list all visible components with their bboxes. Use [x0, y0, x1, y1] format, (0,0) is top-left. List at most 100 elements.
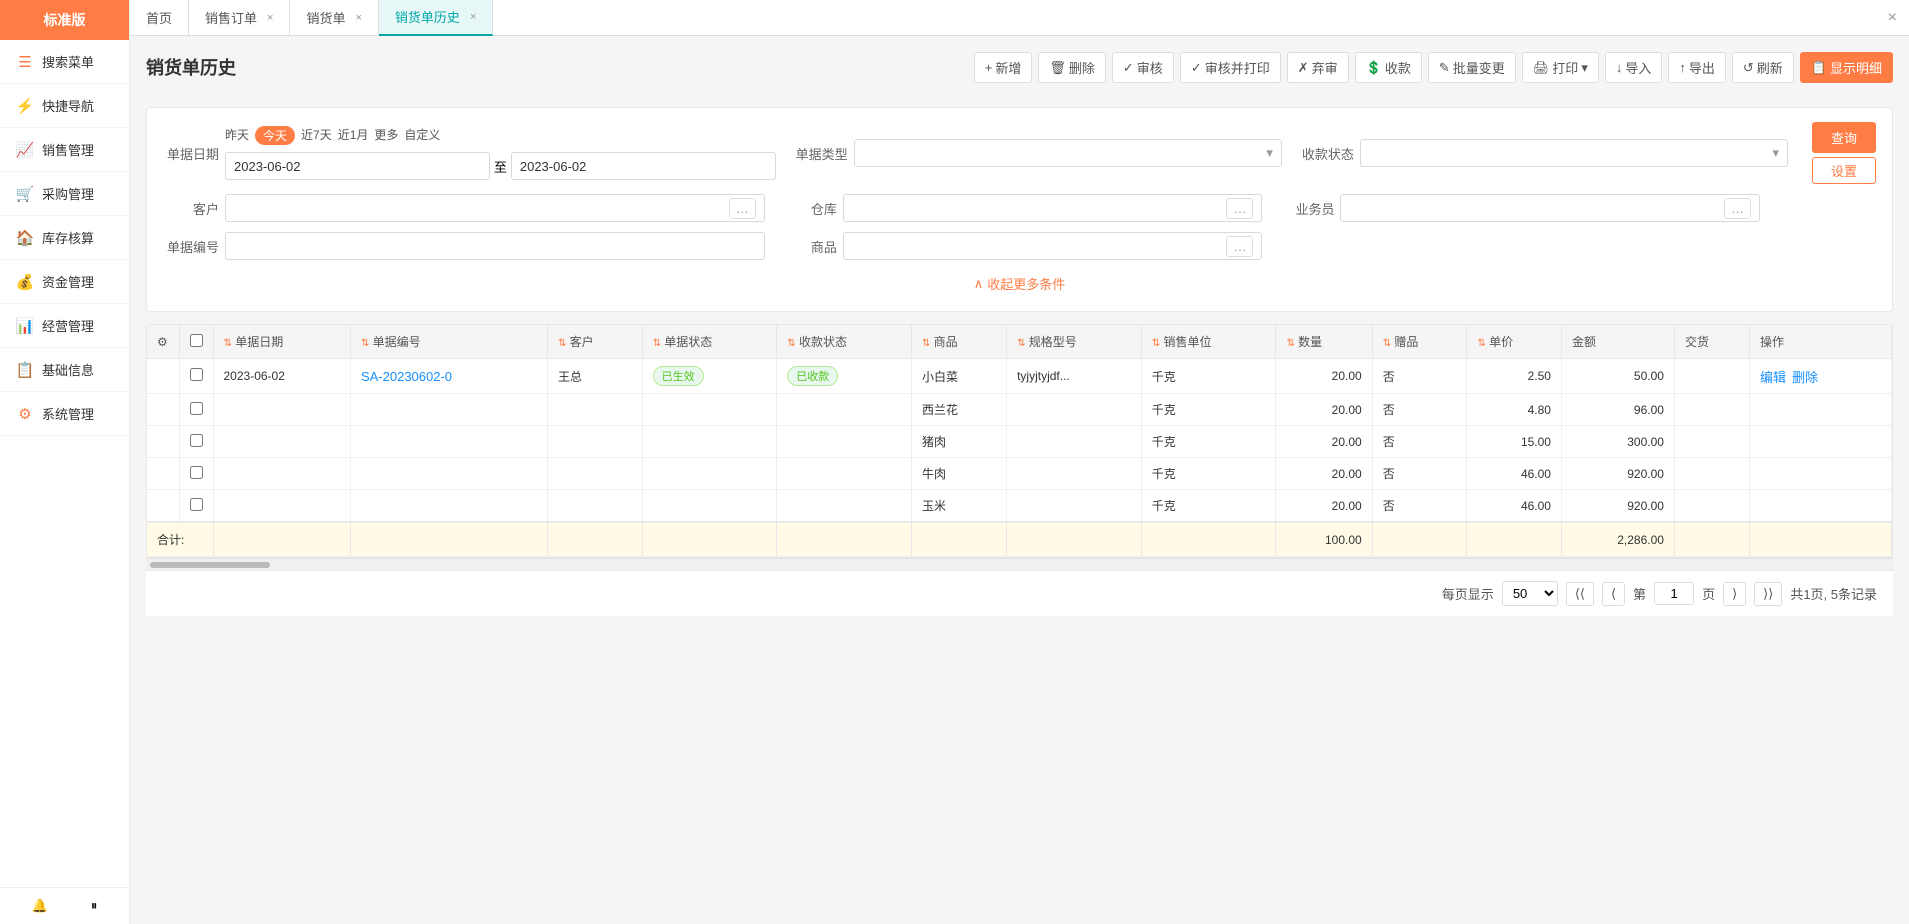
col-price[interactable]: ⇅ 单价 [1467, 325, 1562, 359]
pagination: 每页显示 50 20 100 200 ⟨⟨ ⟨ 第 页 ⟩ ⟩⟩ 共1页, 5条… [146, 570, 1893, 616]
col-doc-status[interactable]: ⇅ 单据状态 [642, 325, 777, 359]
date-from-input[interactable] [225, 152, 490, 180]
tab-sales-history-close[interactable]: × [470, 11, 476, 23]
row-checkbox[interactable] [179, 394, 213, 426]
col-checkbox[interactable] [179, 325, 213, 359]
sidebar-item-system-mgmt[interactable]: ⚙ 系统管理 [0, 392, 129, 436]
action-link[interactable]: 编辑 [1760, 370, 1786, 385]
shortcut-1month[interactable]: 近1月 [338, 126, 369, 145]
tab-sales-goods[interactable]: 销货单 × [290, 0, 378, 36]
sort-icon: ⇅ [1152, 338, 1160, 349]
refresh-button[interactable]: ↺ 刷新 [1732, 52, 1794, 83]
sidebar-bottom-icon2[interactable]: ⏸ [91, 898, 98, 914]
audit-icon: ✓ [1123, 60, 1134, 76]
sidebar-item-search-menu[interactable]: ☰ 搜索菜单 [0, 40, 129, 84]
col-amount[interactable]: 金额 [1561, 325, 1674, 359]
horizontal-scrollbar[interactable] [146, 558, 1893, 570]
col-unit[interactable]: ⇅ 销售单位 [1141, 325, 1276, 359]
per-page-select[interactable]: 50 20 100 200 [1502, 581, 1558, 606]
settings-button[interactable]: 设置 [1812, 157, 1876, 184]
col-payment-status[interactable]: ⇅ 收款状态 [777, 325, 912, 359]
row-checkbox[interactable] [179, 490, 213, 523]
row-select-checkbox[interactable] [190, 402, 203, 415]
footer-empty6 [911, 522, 1006, 557]
row-checkbox[interactable] [179, 458, 213, 490]
collect-button[interactable]: 💲 收款 [1355, 52, 1422, 83]
col-doc-no[interactable]: ⇅ 单据编号 [350, 325, 547, 359]
sidebar-item-quick-nav[interactable]: ⚡ 快捷导航 [0, 84, 129, 128]
col-customer[interactable]: ⇅ 客户 [547, 325, 642, 359]
sidebar-item-finance[interactable]: 💰 资金管理 [0, 260, 129, 304]
tab-sales-goods-label: 销货单 [306, 8, 345, 27]
audit-button[interactable]: ✓ 审核 [1112, 52, 1174, 83]
col-goods[interactable]: ⇅ 商品 [911, 325, 1006, 359]
col-spec[interactable]: ⇅ 规格型号 [1007, 325, 1142, 359]
row-price: 15.00 [1467, 426, 1562, 458]
shortcut-today[interactable]: 今天 [255, 126, 295, 145]
tab-sales-goods-close[interactable]: × [355, 12, 361, 24]
show-detail-icon: 📋 [1811, 60, 1827, 76]
row-select-checkbox[interactable] [190, 466, 203, 479]
col-settings[interactable]: ⚙ [147, 325, 179, 359]
row-checkbox[interactable] [179, 426, 213, 458]
tab-sales-history[interactable]: 销货单历史 × [379, 0, 493, 36]
footer-empty12 [1750, 522, 1892, 557]
payment-status-dropdown-icon[interactable]: ▾ [1772, 145, 1779, 161]
delete-button[interactable]: 🗑 删除 [1038, 52, 1106, 83]
select-all-checkbox[interactable] [190, 334, 203, 347]
goods-ellipsis[interactable]: … [1226, 236, 1253, 257]
row-select-checkbox[interactable] [190, 498, 203, 511]
tab-sales-order[interactable]: 销售订单 × [189, 0, 290, 36]
date-to-input[interactable] [511, 152, 776, 180]
scroll-thumb[interactable] [150, 562, 270, 568]
abandon-button[interactable]: ✗ 弃审 [1287, 52, 1349, 83]
shortcut-more[interactable]: 更多 [374, 126, 398, 145]
audit-print-button[interactable]: ✓ 审核并打印 [1180, 52, 1281, 83]
sidebar-item-sales-mgmt[interactable]: 📈 销售管理 [0, 128, 129, 172]
sidebar-bottom-icon1[interactable]: 🔔 [32, 898, 48, 914]
shortcut-yesterday[interactable]: 昨天 [225, 126, 249, 145]
prev-page-button[interactable]: ⟨ [1602, 582, 1625, 606]
row-unit: 千克 [1141, 490, 1276, 523]
query-button[interactable]: 查询 [1812, 122, 1876, 153]
col-doc-date[interactable]: ⇅ 单据日期 [213, 325, 350, 359]
collapse-button[interactable]: ∧ 收起更多条件 [970, 270, 1070, 297]
col-trade[interactable]: 交货 [1674, 325, 1749, 359]
sidebar-item-purchase-mgmt[interactable]: 🛒 采购管理 [0, 172, 129, 216]
row-customer [547, 458, 642, 490]
toolbar: + 新增 🗑 删除 ✓ 审核 ✓ 审核并打印 ✗ 弃审 [974, 52, 1893, 83]
doc-type-dropdown-icon[interactable]: ▾ [1266, 145, 1273, 161]
filter-warehouse: 仓库 … [781, 194, 1263, 222]
salesperson-ellipsis[interactable]: … [1724, 198, 1751, 219]
page-number-input[interactable] [1654, 582, 1694, 605]
col-qty[interactable]: ⇅ 数量 [1276, 325, 1372, 359]
shortcut-7days[interactable]: 近7天 [301, 126, 332, 145]
tab-sales-order-close[interactable]: × [267, 12, 273, 24]
warehouse-ellipsis[interactable]: … [1226, 198, 1253, 219]
add-button[interactable]: + 新增 [974, 52, 1033, 83]
import-button[interactable]: ↓ 导入 [1605, 52, 1663, 83]
row-checkbox[interactable] [179, 359, 213, 394]
sidebar-item-inventory[interactable]: 🏠 库存核算 [0, 216, 129, 260]
row-doc-date [213, 394, 350, 426]
col-gift[interactable]: ⇅ 赠品 [1372, 325, 1467, 359]
doc-no-input[interactable] [225, 232, 765, 260]
tab-home[interactable]: 首页 [130, 0, 189, 36]
customer-ellipsis[interactable]: … [729, 198, 756, 219]
show-detail-button[interactable]: 📋 显示明细 [1800, 52, 1893, 83]
last-page-button[interactable]: ⟩⟩ [1754, 582, 1782, 606]
sidebar-item-operations[interactable]: 📊 经营管理 [0, 304, 129, 348]
sidebar-item-basic-info[interactable]: 📋 基础信息 [0, 348, 129, 392]
row-select-checkbox[interactable] [190, 434, 203, 447]
export-button[interactable]: ↑ 导出 [1668, 52, 1726, 83]
print-button[interactable]: 🖨 打印 ▾ [1522, 52, 1599, 83]
close-all-tabs[interactable]: × [1876, 9, 1909, 27]
row-doc-no: SA-20230602-0 [350, 359, 547, 394]
batch-change-button[interactable]: ✎ 批量变更 [1428, 52, 1516, 83]
shortcut-custom[interactable]: 自定义 [404, 126, 440, 145]
action-link[interactable]: 删除 [1792, 370, 1818, 385]
doc-no-link[interactable]: SA-20230602-0 [361, 369, 452, 384]
first-page-button[interactable]: ⟨⟨ [1566, 582, 1594, 606]
next-page-button[interactable]: ⟩ [1723, 582, 1746, 606]
row-select-checkbox[interactable] [190, 368, 203, 381]
